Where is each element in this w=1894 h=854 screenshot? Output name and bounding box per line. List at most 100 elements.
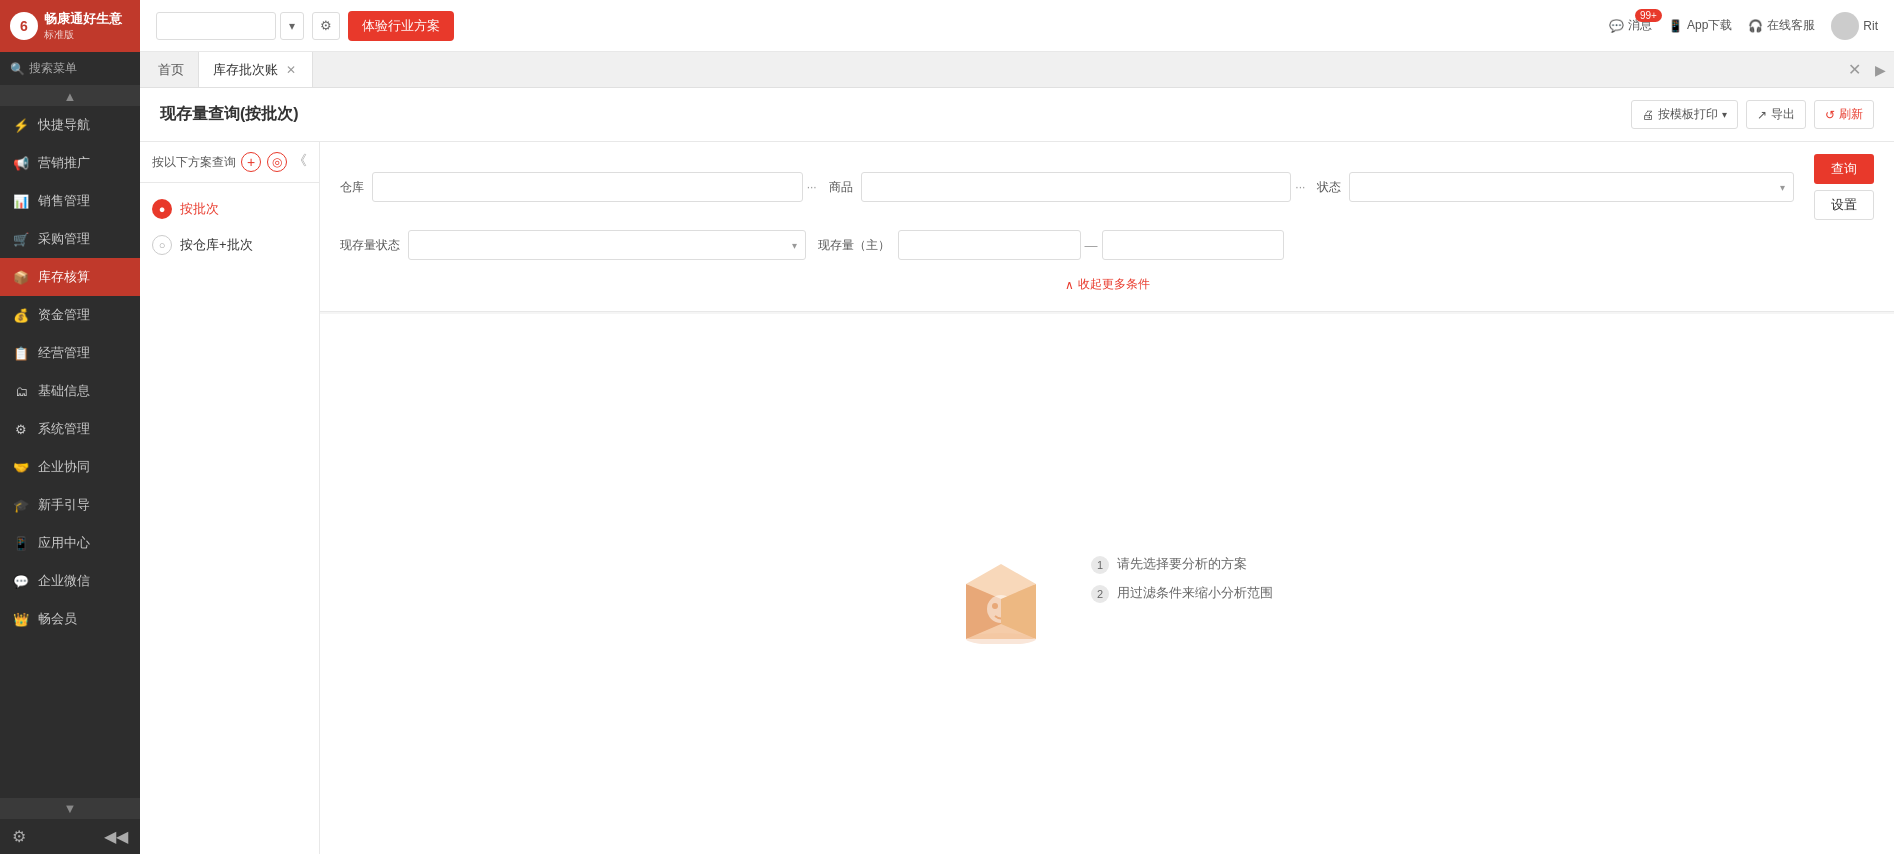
topbar-dropdown-btn[interactable]: ▾ <box>280 12 304 40</box>
export-icon: ↗ <box>1757 108 1767 122</box>
filter-list: ● 按批次 ○ 按仓库+批次 <box>140 183 319 271</box>
sidebar-item-finance[interactable]: 💰 资金管理 <box>0 296 140 334</box>
user-name: Rit <box>1863 19 1878 33</box>
tab-batch-account[interactable]: 库存批次账 ✕ <box>199 52 313 87</box>
sidebar-scroll-up[interactable]: ▲ <box>0 86 140 106</box>
page-header-actions: 🖨 按模板打印 ▾ ↗ 导出 ↺ 刷新 <box>1631 100 1874 129</box>
settings-btn[interactable]: 设置 <box>1814 190 1874 220</box>
filter-settings-btn[interactable]: ◎ <box>267 152 287 172</box>
app-download-btn[interactable]: 📱 App下载 <box>1668 17 1732 34</box>
filter-inactive-icon: ○ <box>152 235 172 255</box>
print-btn[interactable]: 🖨 按模板打印 ▾ <box>1631 100 1738 129</box>
nav-label-member: 畅会员 <box>38 610 77 628</box>
refresh-icon: ↺ <box>1825 108 1835 122</box>
settings-icon[interactable]: ⚙ <box>12 827 26 846</box>
inventory-status-chevron: ▾ <box>792 240 797 251</box>
user-profile-btn[interactable]: Rit <box>1831 12 1878 40</box>
tab-bar-close-icon[interactable]: ✕ <box>1838 60 1871 79</box>
tab-close-btn[interactable]: ✕ <box>284 63 298 77</box>
collapse-more-btn[interactable]: ∧ 收起更多条件 <box>340 270 1874 299</box>
inventory-qty-range: — <box>898 230 1284 260</box>
print-dropdown-icon: ▾ <box>1722 109 1727 120</box>
product-input[interactable] <box>861 172 1292 202</box>
filter-panel: 按以下方案查询 + ◎ 《 ● 按批次 ○ 按仓库+批次 <box>140 142 320 854</box>
export-label: 导出 <box>1771 106 1795 123</box>
nav-icon-wechat: 💬 <box>12 572 30 590</box>
sidebar-item-basic[interactable]: 🗂 基础信息 <box>0 372 140 410</box>
sidebar-item-purchase[interactable]: 🛒 采购管理 <box>0 220 140 258</box>
messages-badge: 99+ <box>1635 9 1662 22</box>
online-service-btn[interactable]: 🎧 在线客服 <box>1748 17 1815 34</box>
sidebar-scroll-down[interactable]: ▼ <box>0 798 140 818</box>
online-service-label: 在线客服 <box>1767 17 1815 34</box>
sidebar-item-system[interactable]: ⚙ 系统管理 <box>0 410 140 448</box>
sidebar-item-marketing[interactable]: 📢 营销推广 <box>0 144 140 182</box>
sidebar-item-sales[interactable]: 📊 销售管理 <box>0 182 140 220</box>
target-icon: ◎ <box>272 155 282 169</box>
message-icon: 💬 <box>1609 19 1624 33</box>
warehouse-more[interactable]: ··· <box>807 180 817 194</box>
filter-item-by-batch[interactable]: ● 按批次 <box>140 191 319 227</box>
tab-bar-more-icon[interactable]: ▶ <box>1871 62 1890 78</box>
app-title: 畅康通好生意 标准版 <box>44 11 122 41</box>
experience-btn[interactable]: 体验行业方案 <box>348 11 454 41</box>
nav-icon-quick-nav: ⚡ <box>12 116 30 134</box>
nav-label-apps: 应用中心 <box>38 534 90 552</box>
tip-text-2: 用过滤条件来缩小分析范围 <box>1117 584 1273 602</box>
sidebar-search[interactable]: 🔍 搜索菜单 <box>0 52 140 86</box>
inventory-qty-to[interactable] <box>1102 230 1285 260</box>
status-select[interactable]: ▾ <box>1349 172 1794 202</box>
filter-item-by-warehouse-batch-label: 按仓库+批次 <box>180 236 253 254</box>
inventory-qty-label: 现存量（主） <box>818 237 890 254</box>
page-title: 现存量查询(按批次) <box>160 104 299 125</box>
sidebar-item-quick-nav[interactable]: ⚡ 快捷导航 <box>0 106 140 144</box>
app-logo: 6 <box>10 12 38 40</box>
inventory-status-select[interactable]: ▾ <box>408 230 806 260</box>
inventory-qty-from[interactable] <box>898 230 1081 260</box>
messages-btn[interactable]: 💬 消息 99+ <box>1609 17 1652 34</box>
sidebar-item-newbie[interactable]: 🎓 新手引导 <box>0 486 140 524</box>
topbar: ▾ ⚙ 体验行业方案 💬 消息 99+ 📱 App下载 🎧 在线客服 Rit <box>140 0 1894 52</box>
collapse-more-label: 收起更多条件 <box>1078 276 1150 293</box>
product-field: 商品 ··· <box>829 172 1306 202</box>
sidebar-item-inventory[interactable]: 📦 库存核算 <box>0 258 140 296</box>
filter-active-icon: ● <box>152 199 172 219</box>
inventory-status-field: 现存量状态 ▾ <box>340 230 806 260</box>
collapse-sidebar-icon[interactable]: ◀◀ <box>104 827 128 846</box>
main-content: ▾ ⚙ 体验行业方案 💬 消息 99+ 📱 App下载 🎧 在线客服 Rit <box>140 0 1894 854</box>
tab-batch-account-label: 库存批次账 <box>213 61 278 79</box>
tip-num-2: 2 <box>1091 585 1109 603</box>
tab-home[interactable]: 首页 <box>144 52 199 87</box>
warehouse-input[interactable] <box>372 172 803 202</box>
tip-text-1: 请先选择要分析的方案 <box>1117 555 1247 573</box>
sidebar-item-wechat[interactable]: 💬 企业微信 <box>0 562 140 600</box>
avatar <box>1831 12 1859 40</box>
nav-label-system: 系统管理 <box>38 420 90 438</box>
sidebar-item-operations[interactable]: 📋 经营管理 <box>0 334 140 372</box>
query-area: 仓库 ··· 商品 ··· 状态 ▾ <box>320 142 1894 854</box>
nav-icon-marketing: 📢 <box>12 154 30 172</box>
export-btn[interactable]: ↗ 导出 <box>1746 100 1806 129</box>
sidebar-footer: ⚙ ◀◀ <box>0 818 140 854</box>
nav-icon-newbie: 🎓 <box>12 496 30 514</box>
app-download-label: App下载 <box>1687 17 1732 34</box>
sidebar-item-enterprise[interactable]: 🤝 企业协同 <box>0 448 140 486</box>
collapse-more-icon: ∧ <box>1065 278 1074 292</box>
nav-icon-enterprise: 🤝 <box>12 458 30 476</box>
print-label: 按模板打印 <box>1658 106 1718 123</box>
topbar-search-input[interactable] <box>156 12 276 40</box>
filter-item-by-warehouse-batch[interactable]: ○ 按仓库+批次 <box>140 227 319 263</box>
filter-header-actions: + ◎ 《 <box>241 152 307 172</box>
query-form: 仓库 ··· 商品 ··· 状态 ▾ <box>320 142 1894 312</box>
product-more[interactable]: ··· <box>1295 180 1305 194</box>
sidebar-item-member[interactable]: 👑 畅会员 <box>0 600 140 638</box>
topbar-settings-btn[interactable]: ⚙ <box>312 12 340 40</box>
filter-add-btn[interactable]: + <box>241 152 261 172</box>
nav-label-finance: 资金管理 <box>38 306 90 324</box>
refresh-btn[interactable]: ↺ 刷新 <box>1814 100 1874 129</box>
filter-collapse-btn[interactable]: 《 <box>293 152 307 172</box>
status-field: 状态 ▾ <box>1317 172 1794 202</box>
query-btn[interactable]: 查询 <box>1814 154 1874 184</box>
tab-bar: 首页 库存批次账 ✕ ✕ ▶ <box>140 52 1894 88</box>
sidebar-item-apps[interactable]: 📱 应用中心 <box>0 524 140 562</box>
